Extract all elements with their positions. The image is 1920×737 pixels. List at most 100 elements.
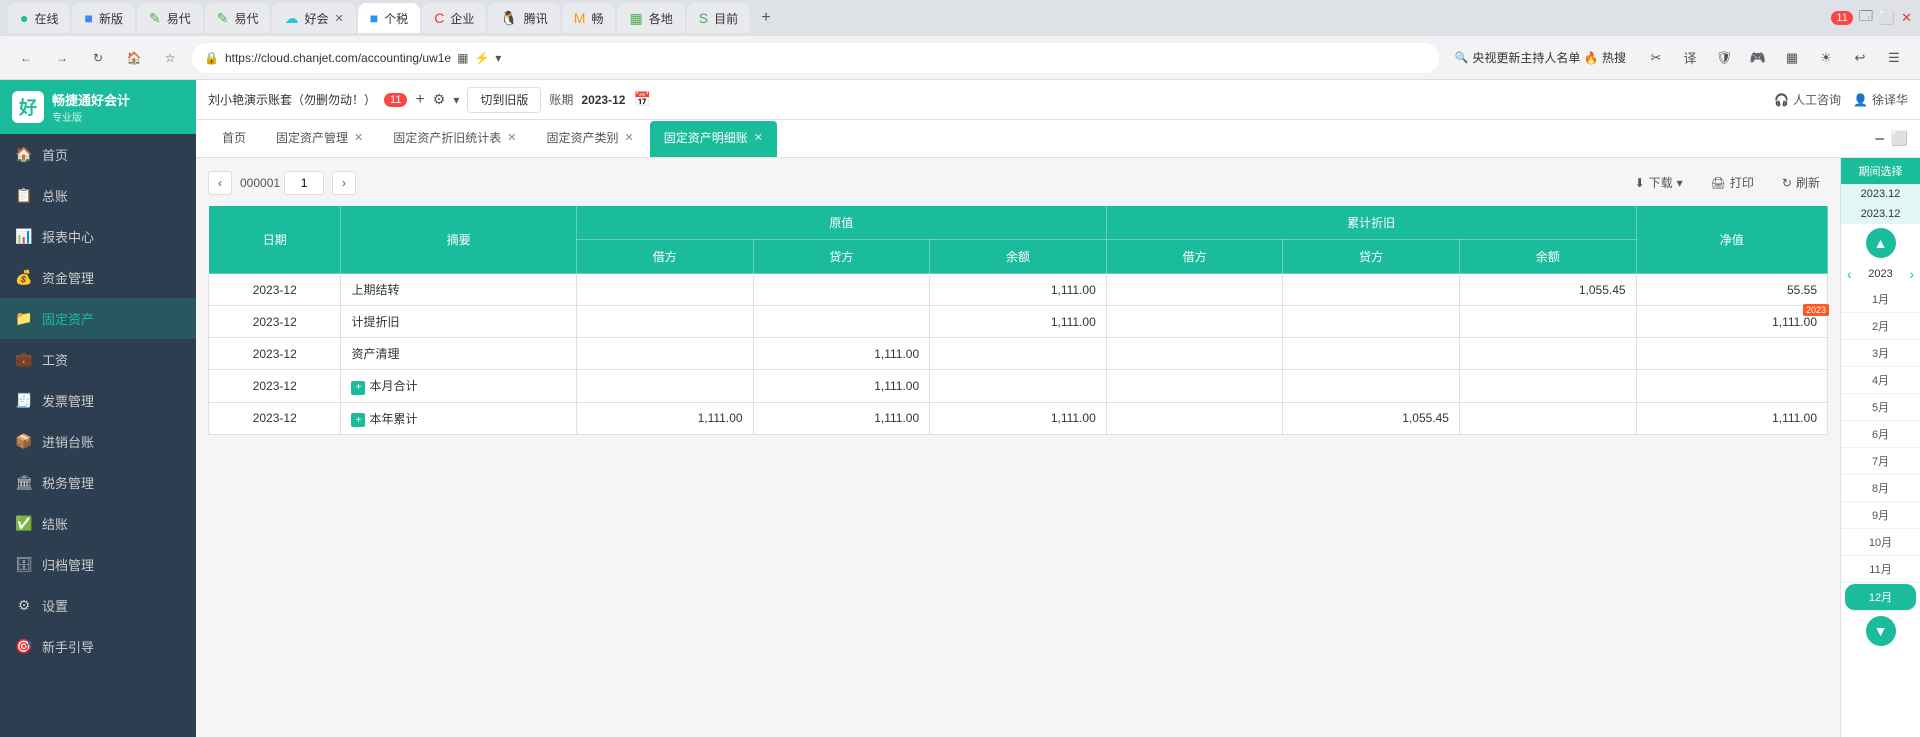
grid-icon[interactable]: ▦ xyxy=(1778,44,1806,72)
tab-fixed-assets-depr[interactable]: 固定资产折旧统计表 ✕ xyxy=(379,121,530,157)
next-year-btn[interactable]: › xyxy=(1909,266,1914,282)
period-month-2[interactable]: 2月 xyxy=(1841,313,1920,340)
user-menu-btn[interactable]: 👤 徐译华 xyxy=(1853,91,1908,108)
th-accum-balance: 余额 xyxy=(1459,240,1636,274)
sidebar-item-reports[interactable]: 📊 报表中心 xyxy=(0,216,196,257)
period-month-4[interactable]: 4月 xyxy=(1841,367,1920,394)
period-value: 2023-12 xyxy=(581,93,625,107)
period-month-3[interactable]: 3月 xyxy=(1841,340,1920,367)
history-icon[interactable]: ↩ xyxy=(1846,44,1874,72)
expand-page-icon[interactable]: ⬜ xyxy=(1891,130,1908,147)
bookmark-button[interactable]: ☆ xyxy=(156,44,184,72)
refresh-btn[interactable]: ↻ 刷新 xyxy=(1774,170,1828,195)
home-icon: 🏠 xyxy=(16,147,32,163)
group-expand-icon[interactable]: + xyxy=(351,413,365,427)
cell-accum-credit xyxy=(1283,306,1460,338)
tab-close-fixed-assets-detail[interactable]: ✕ xyxy=(754,131,763,144)
sidebar-item-archive[interactable]: 🗄 归档管理 xyxy=(0,544,196,585)
shield-icon[interactable]: 🛡 xyxy=(1710,44,1738,72)
settings-btn[interactable]: ⚙ xyxy=(433,91,446,108)
period-month-11[interactable]: 11月 xyxy=(1841,556,1920,583)
tab-home[interactable]: 首页 xyxy=(208,121,260,157)
fixed-assets-icon: 📁 xyxy=(16,311,32,327)
next-page-btn[interactable]: › xyxy=(332,171,356,195)
close-btn[interactable]: ✕ xyxy=(1901,10,1912,26)
period-month-6[interactable]: 6月 xyxy=(1841,421,1920,448)
minimize-page-icon[interactable]: 🗕 xyxy=(1875,127,1885,151)
period-month-9[interactable]: 9月 xyxy=(1841,502,1920,529)
menu-icon[interactable]: ☰ xyxy=(1880,44,1908,72)
tab-close-fixed-assets-mgmt[interactable]: ✕ xyxy=(354,131,363,144)
sidebar-item-settings[interactable]: ⚙ 设置 xyxy=(0,585,196,626)
period-scroll-down[interactable]: ▼ xyxy=(1866,616,1896,646)
browser-tab-tengxun[interactable]: 🐧 腾讯 xyxy=(488,3,559,33)
page-tabs: 首页 固定资产管理 ✕ 固定资产折旧统计表 ✕ 固定资产类别 ✕ 固定资产明细账… xyxy=(196,120,1920,158)
sidebar-item-purchase-sale[interactable]: 📦 进销台账 xyxy=(0,421,196,462)
maximize-btn[interactable]: ⬜ xyxy=(1879,10,1895,26)
ai-consult-btn[interactable]: 🎧 人工咨询 xyxy=(1774,91,1841,108)
browser-tab-gedi[interactable]: ▦ 各地 xyxy=(617,3,684,33)
sidebar-item-salary[interactable]: 💼 工资 xyxy=(0,339,196,380)
period-label: 账期 xyxy=(549,91,573,108)
address-field[interactable]: 🔒 https://cloud.chanjet.com/accounting/u… xyxy=(192,43,1439,73)
page-number-input[interactable] xyxy=(284,171,324,195)
home-button[interactable]: 🏠 xyxy=(120,44,148,72)
period-month-8[interactable]: 8月 xyxy=(1841,475,1920,502)
download-btn[interactable]: ⬇ 下载 ▾ xyxy=(1627,170,1691,195)
browser-tab-qiye[interactable]: C 企业 xyxy=(422,3,486,33)
period-month-5[interactable]: 5月 xyxy=(1841,394,1920,421)
browser-tab-geshui[interactable]: ■ 个税 xyxy=(358,3,420,33)
dropdown-btn[interactable]: ▾ xyxy=(453,93,459,107)
cell-date: 2023-12 xyxy=(209,306,341,338)
ledger-main: ‹ 000001 › ⬇ 下载 ▾ 🖨 打印 xyxy=(196,158,1840,737)
cell-orig-debit xyxy=(576,274,753,306)
cell-accum-balance xyxy=(1459,338,1636,370)
translate-icon[interactable]: 译 xyxy=(1676,44,1704,72)
sidebar-item-fixed-assets[interactable]: 📁 固定资产 xyxy=(0,298,196,339)
calendar-icon[interactable]: 📅 xyxy=(633,91,650,108)
tab-close-fixed-assets-cat[interactable]: ✕ xyxy=(625,131,634,144)
period-month-12[interactable]: 12月 xyxy=(1845,584,1916,611)
prev-page-btn[interactable]: ‹ xyxy=(208,171,232,195)
sidebar-item-tax[interactable]: 🏛 税务管理 xyxy=(0,462,196,503)
cut-icon[interactable]: ✂ xyxy=(1642,44,1670,72)
tab-close-haohao[interactable]: ✕ xyxy=(334,12,343,25)
minimize-btn[interactable]: 🗔 xyxy=(1859,7,1873,29)
browser-tab-xin[interactable]: ■ 新版 xyxy=(72,3,134,33)
add-account-btn[interactable]: + xyxy=(415,91,424,109)
back-button[interactable]: ← xyxy=(12,44,40,72)
sidebar-item-general-ledger[interactable]: 📋 总账 xyxy=(0,175,196,216)
browser-tab-zaixian[interactable]: ● 在线 xyxy=(8,3,70,33)
switch-version-btn[interactable]: 切到旧版 xyxy=(467,87,541,113)
browser-tab-haohao[interactable]: ☁ 好会 ✕ xyxy=(272,3,355,33)
new-tab-button[interactable]: + xyxy=(752,4,780,32)
period-month-1[interactable]: 1月 xyxy=(1841,286,1920,313)
sidebar-item-home[interactable]: 🏠 首页 xyxy=(0,134,196,175)
print-btn[interactable]: 🖨 打印 xyxy=(1703,170,1762,195)
header-right: 🎧 人工咨询 👤 徐译华 xyxy=(1774,91,1908,108)
browser-tab-shimao[interactable]: S 目前 xyxy=(687,3,750,33)
tab-close-fixed-assets-depr[interactable]: ✕ xyxy=(507,131,516,144)
period-month-7[interactable]: 7月 xyxy=(1841,448,1920,475)
tab-fixed-assets-cat[interactable]: 固定资产类别 ✕ xyxy=(532,121,647,157)
browser-tab-yidai1[interactable]: ✎ 易代 xyxy=(137,3,203,33)
forward-button[interactable]: → xyxy=(48,44,76,72)
tab-fixed-assets-mgmt[interactable]: 固定资产管理 ✕ xyxy=(262,121,377,157)
period-scroll-up[interactable]: ▲ xyxy=(1866,228,1896,258)
prev-year-btn[interactable]: ‹ xyxy=(1847,266,1852,282)
refresh-button[interactable]: ↻ xyxy=(84,44,112,72)
browser-badge: 11 xyxy=(1831,11,1852,25)
group-expand-icon[interactable]: + xyxy=(351,381,365,395)
game-icon[interactable]: 🎮 xyxy=(1744,44,1772,72)
brightness-icon[interactable]: ☀ xyxy=(1812,44,1840,72)
sidebar-item-invoice[interactable]: 🧾 发票管理 xyxy=(0,380,196,421)
sidebar-item-settlement[interactable]: ✅ 结账 xyxy=(0,503,196,544)
sidebar-item-funds[interactable]: 💰 资金管理 xyxy=(0,257,196,298)
period-month-10[interactable]: 10月 xyxy=(1841,529,1920,556)
browser-tab-yidai2[interactable]: ✎ 易代 xyxy=(205,3,271,33)
sidebar-item-guide[interactable]: 🎯 新手引导 xyxy=(0,626,196,667)
tab-fixed-assets-detail[interactable]: 固定资产明细账 ✕ xyxy=(650,121,777,157)
download-dropdown-icon: ▾ xyxy=(1677,176,1683,190)
cell-orig-debit xyxy=(576,306,753,338)
browser-tab-chang[interactable]: M 畅 xyxy=(562,3,616,33)
